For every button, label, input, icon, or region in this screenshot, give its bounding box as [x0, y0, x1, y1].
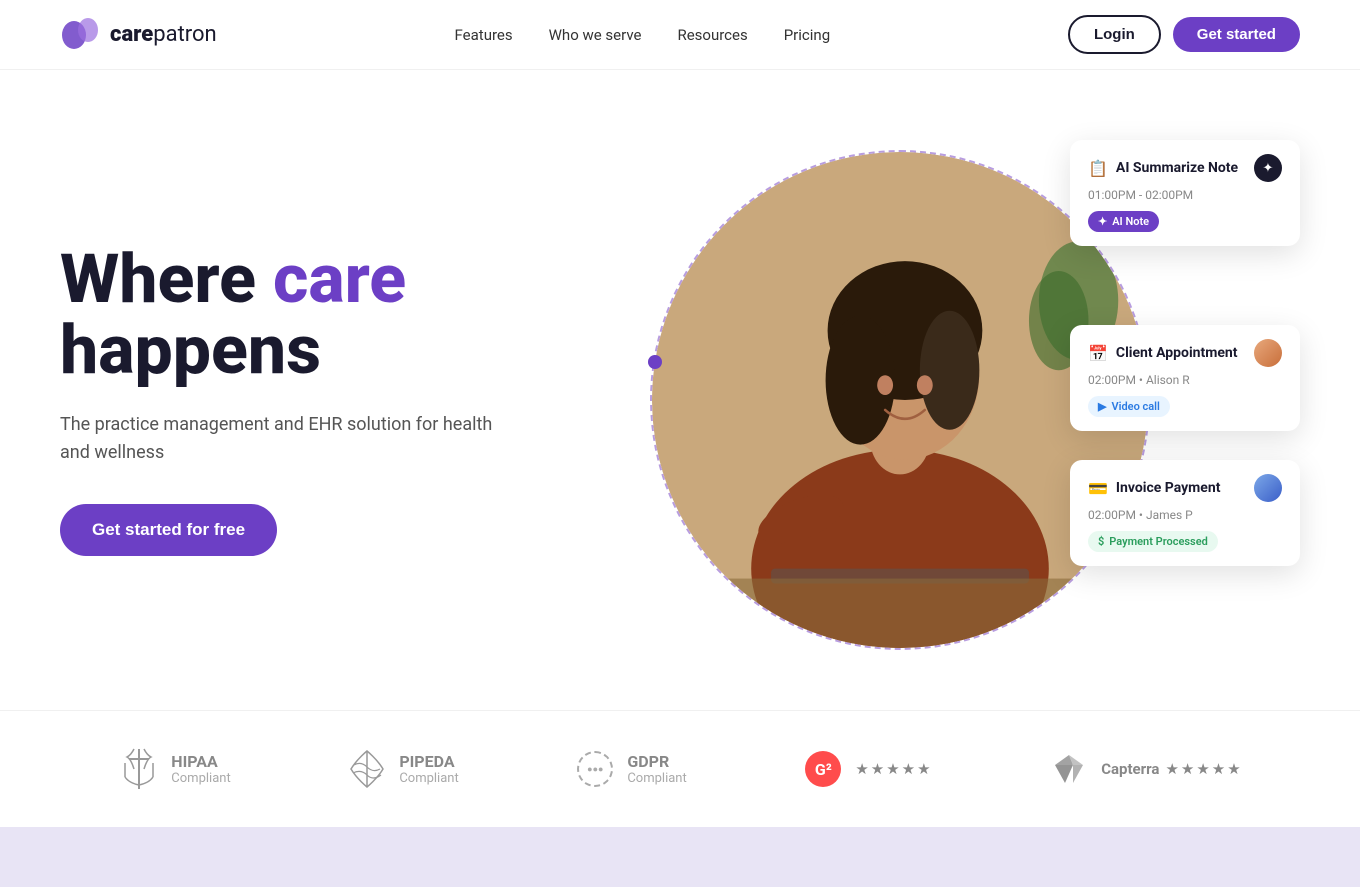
nav-features[interactable]: Features [455, 26, 513, 44]
nav-pricing[interactable]: Pricing [784, 26, 830, 44]
client-avatar-1 [1254, 339, 1282, 367]
card2-time: 02:00PM • Alison R [1088, 373, 1282, 387]
hero-cta-button[interactable]: Get started for free [60, 504, 277, 556]
payment-icon: $ [1098, 535, 1104, 548]
nav-who-we-serve[interactable]: Who we serve [549, 26, 642, 44]
card1-time: 01:00PM - 02:00PM [1088, 188, 1282, 202]
payment-badge: $ Payment Processed [1088, 531, 1218, 552]
gdpr-sub: Compliant [627, 771, 686, 786]
client-avatar-2 [1254, 474, 1282, 502]
appointment-card: 📅 Client Appointment 02:00PM • Alison R … [1070, 325, 1300, 431]
logo-icon [60, 14, 102, 56]
login-button[interactable]: Login [1068, 15, 1161, 54]
pipeda-icon [345, 747, 389, 791]
hipaa-badge: HIPAA Compliant [117, 747, 230, 791]
hero-accent: care [273, 239, 406, 319]
decoration-dot [648, 355, 662, 369]
note-icon: 📋 [1088, 159, 1108, 178]
card1-title: AI Summarize Note [1116, 160, 1238, 176]
g2-icon: G² [801, 747, 845, 791]
footer-strip [0, 827, 1360, 887]
gdpr-badge: ●●● GDPR Compliant [573, 747, 686, 791]
logo[interactable]: carepatron [60, 14, 217, 56]
sparkle-icon: ✦ [1098, 215, 1107, 228]
nav-links: Features Who we serve Resources Pricing [455, 26, 831, 44]
hero-right: 📋 AI Summarize Note ✦ 01:00PM - 02:00PM … [620, 130, 1300, 670]
invoice-icon: 💳 [1088, 479, 1108, 498]
capterra-badge: Capterra ★★★★★ [1047, 747, 1242, 791]
card3-title: Invoice Payment [1116, 480, 1221, 496]
gdpr-name: GDPR [627, 752, 686, 771]
capterra-icon [1047, 747, 1091, 791]
capterra-label: Capterra [1101, 760, 1159, 778]
card3-time: 02:00PM • James P [1088, 508, 1282, 522]
invoice-card: 💳 Invoice Payment 02:00PM • James P $ Pa… [1070, 460, 1300, 566]
pipeda-badge: PIPEDA Compliant [345, 747, 458, 791]
logo-text: carepatron [110, 22, 217, 47]
get-started-button[interactable]: Get started [1173, 17, 1300, 52]
video-icon: ▶ [1098, 400, 1106, 413]
hipaa-icon [117, 747, 161, 791]
g2-badge: G² ★★★★★ [801, 747, 932, 791]
hero-section: Where carehappens The practice managemen… [0, 70, 1360, 710]
ai-note-card: 📋 AI Summarize Note ✦ 01:00PM - 02:00PM … [1070, 140, 1300, 246]
pipeda-sub: Compliant [399, 771, 458, 786]
hero-heading: Where carehappens [60, 244, 520, 387]
pipeda-name: PIPEDA [399, 752, 458, 771]
capterra-stars: ★★★★★ [1165, 760, 1242, 778]
calendar-icon: 📅 [1088, 344, 1108, 363]
magic-icon: ✦ [1254, 154, 1282, 182]
gdpr-icon: ●●● [573, 747, 617, 791]
nav-resources[interactable]: Resources [677, 26, 747, 44]
g2-stars: ★★★★★ [855, 760, 932, 778]
hero-left: Where carehappens The practice managemen… [60, 244, 520, 556]
hero-subheading: The practice management and EHR solution… [60, 411, 520, 469]
nav-actions: Login Get started [1068, 15, 1300, 54]
ai-badge: ✦ AI Note [1088, 211, 1159, 232]
hipaa-name: HIPAA [171, 752, 230, 771]
video-badge: ▶ Video call [1088, 396, 1170, 417]
navbar: carepatron Features Who we serve Resourc… [0, 0, 1360, 70]
card2-title: Client Appointment [1116, 345, 1238, 361]
compliance-badges: HIPAA Compliant PIPEDA Compliant ●●● GDP… [0, 710, 1360, 827]
hipaa-sub: Compliant [171, 771, 230, 786]
